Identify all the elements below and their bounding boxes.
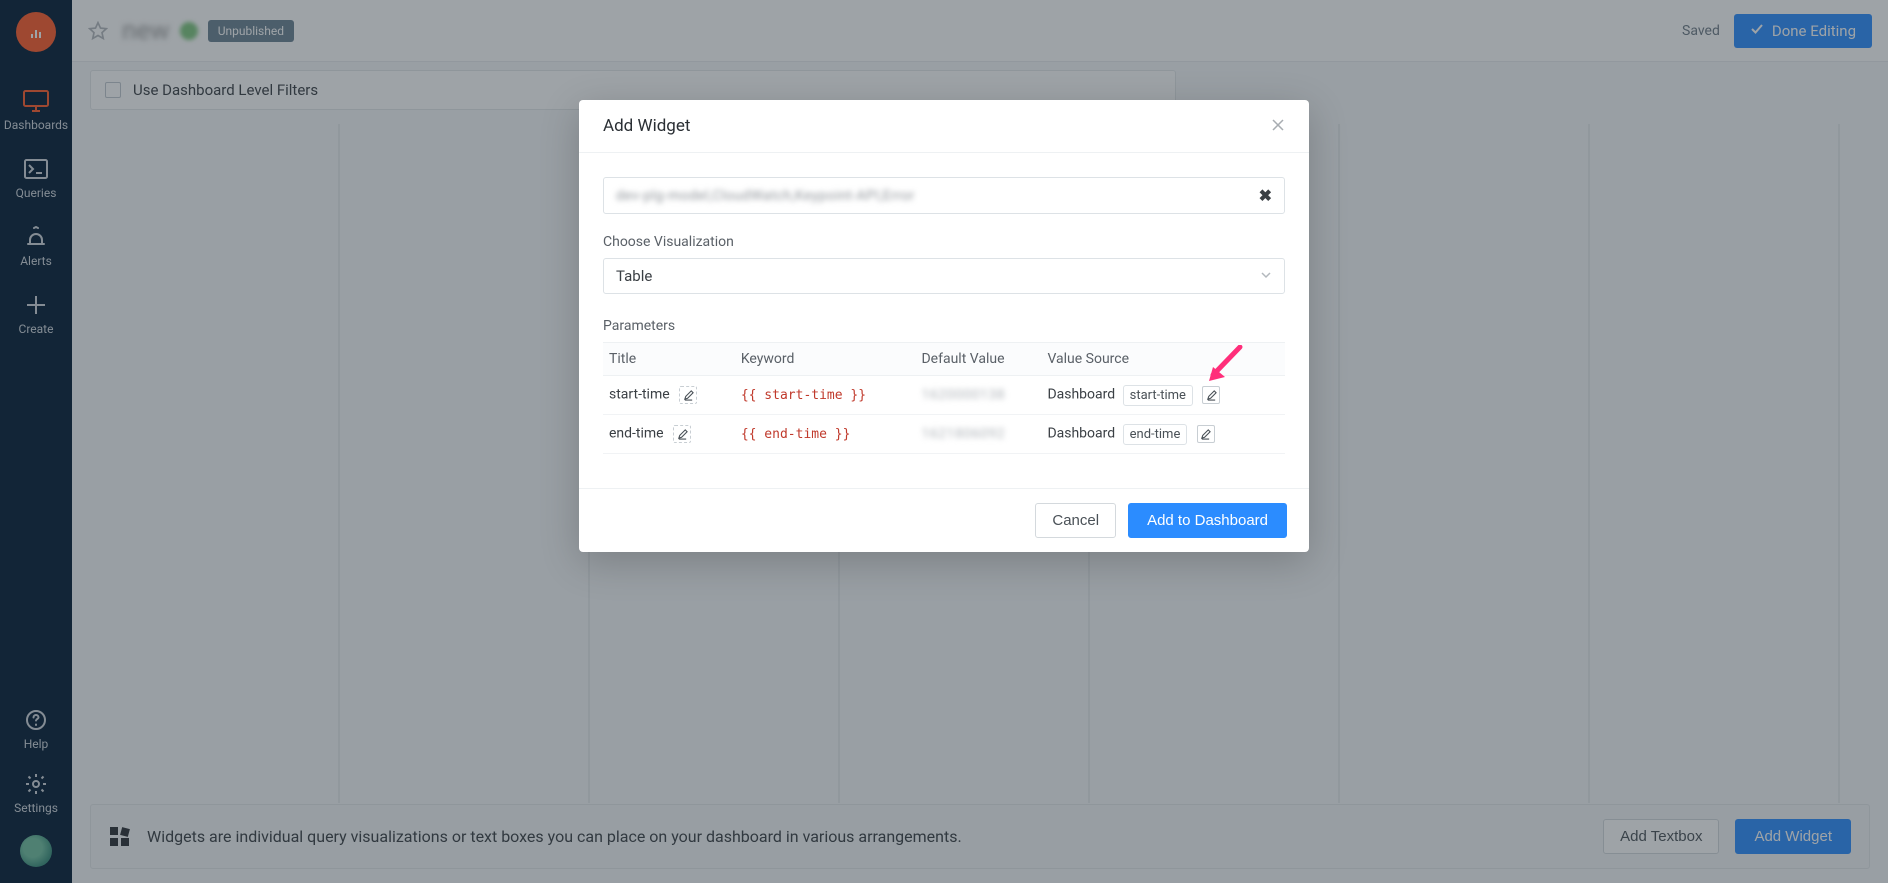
param-default: 1621806092 xyxy=(921,426,1005,442)
modal-title: Add Widget xyxy=(603,116,690,136)
param-source-prefix: Dashboard xyxy=(1047,387,1115,403)
query-search-input[interactable]: dev-plg-model,CloudWatch,Keypoint-API,Er… xyxy=(603,177,1285,214)
add-to-dashboard-button[interactable]: Add to Dashboard xyxy=(1128,503,1287,538)
parameters-table: Title Keyword Default Value Value Source… xyxy=(603,342,1285,454)
modal-body: dev-plg-model,CloudWatch,Keypoint-API,Er… xyxy=(579,153,1309,478)
param-source-chip: end-time xyxy=(1123,424,1188,445)
param-default: 1620000138 xyxy=(921,387,1005,403)
visualization-value: Table xyxy=(616,267,652,285)
param-keyword: {{ start-time }} xyxy=(741,388,866,403)
modal-overlay[interactable]: Add Widget dev-plg-model,CloudWatch,Keyp… xyxy=(0,0,1888,883)
col-title: Title xyxy=(603,343,735,376)
cancel-button[interactable]: Cancel xyxy=(1035,503,1116,538)
edit-title-icon[interactable] xyxy=(673,425,691,443)
param-source-prefix: Dashboard xyxy=(1047,426,1115,442)
visualization-select[interactable]: Table xyxy=(603,258,1285,294)
param-title: end-time xyxy=(609,426,664,442)
modal-header: Add Widget xyxy=(579,100,1309,153)
edit-source-icon[interactable] xyxy=(1197,425,1215,443)
param-title: start-time xyxy=(609,387,670,403)
parameters-label: Parameters xyxy=(603,318,1285,334)
chevron-down-icon xyxy=(1260,267,1272,285)
col-source: Value Source xyxy=(1041,343,1285,376)
param-source-chip: start-time xyxy=(1123,385,1193,406)
add-widget-modal: Add Widget dev-plg-model,CloudWatch,Keyp… xyxy=(579,100,1309,552)
choose-visualization-label: Choose Visualization xyxy=(603,234,1285,250)
edit-title-icon[interactable] xyxy=(679,386,697,404)
col-default: Default Value xyxy=(915,343,1041,376)
col-keyword: Keyword xyxy=(735,343,916,376)
edit-source-icon[interactable] xyxy=(1202,386,1220,404)
query-search-value: dev-plg-model,CloudWatch,Keypoint-API,Er… xyxy=(616,188,915,204)
param-keyword: {{ end-time }} xyxy=(741,427,851,442)
close-icon[interactable] xyxy=(1271,117,1285,136)
clear-icon[interactable]: ✖ xyxy=(1259,186,1272,205)
param-row: end-time {{ end-time }} 1621806092 Dashb… xyxy=(603,415,1285,454)
modal-footer: Cancel Add to Dashboard xyxy=(579,488,1309,552)
param-row: start-time {{ start-time }} 1620000138 D… xyxy=(603,376,1285,415)
